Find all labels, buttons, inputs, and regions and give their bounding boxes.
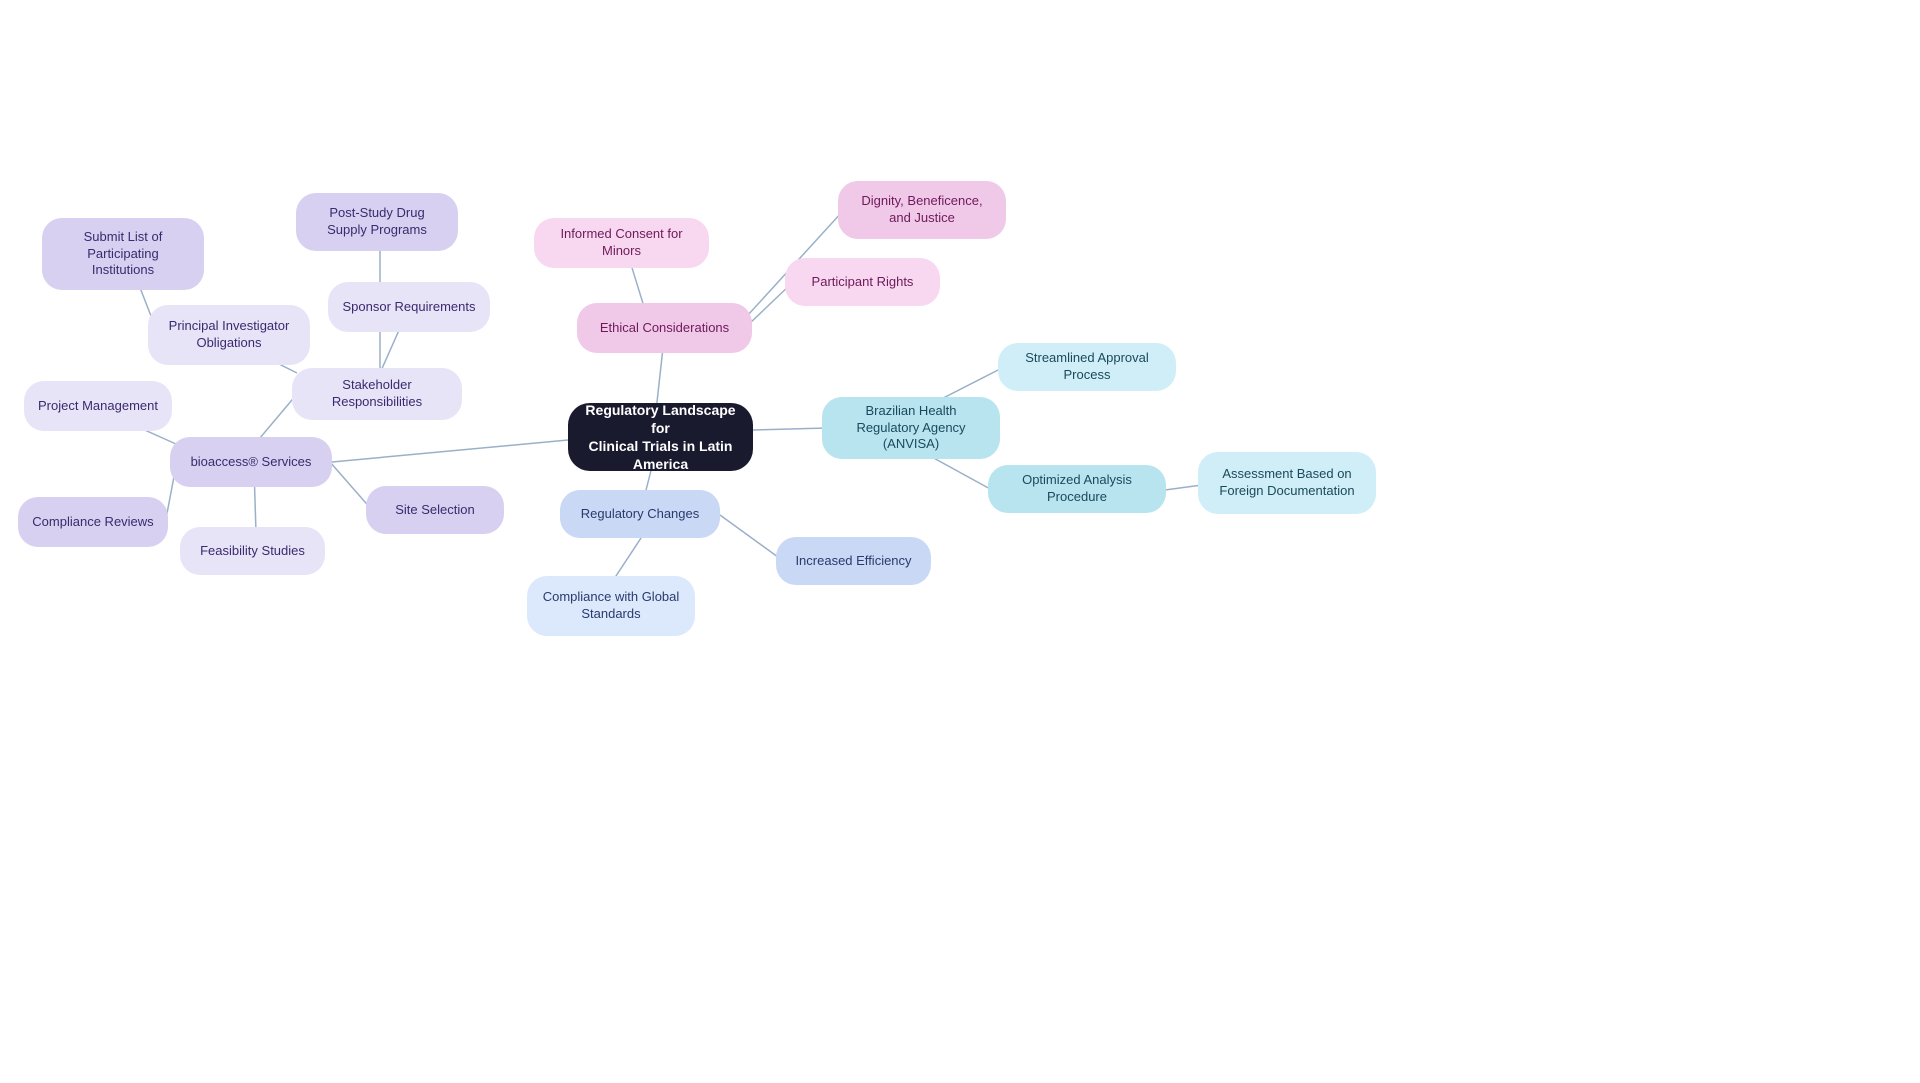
- principal-investigator-label: Principal Investigator Obligations: [162, 318, 296, 352]
- bioaccess-node[interactable]: bioaccess® Services: [170, 437, 332, 487]
- assessment-node[interactable]: Assessment Based on Foreign Documentatio…: [1198, 452, 1376, 514]
- anvisa-label: Brazilian Health Regulatory Agency (ANVI…: [836, 403, 986, 454]
- site-selection-node[interactable]: Site Selection: [366, 486, 504, 534]
- stakeholder-label: Stakeholder Responsibilities: [306, 377, 448, 411]
- dignity-label: Dignity, Beneficence, and Justice: [852, 193, 992, 227]
- principal-investigator-node[interactable]: Principal Investigator Obligations: [148, 305, 310, 365]
- ethical-considerations-label: Ethical Considerations: [600, 320, 729, 337]
- compliance-global-label: Compliance with Global Standards: [541, 589, 681, 623]
- project-management-node[interactable]: Project Management: [24, 381, 172, 431]
- post-study-label: Post-Study Drug Supply Programs: [310, 205, 444, 239]
- post-study-node[interactable]: Post-Study Drug Supply Programs: [296, 193, 458, 251]
- compliance-reviews-node[interactable]: Compliance Reviews: [18, 497, 168, 547]
- stakeholder-node[interactable]: Stakeholder Responsibilities: [292, 368, 462, 420]
- informed-consent-label: Informed Consent for Minors: [548, 226, 695, 260]
- site-selection-label: Site Selection: [395, 502, 475, 519]
- informed-consent-node[interactable]: Informed Consent for Minors: [534, 218, 709, 268]
- sponsor-requirements-node[interactable]: Sponsor Requirements: [328, 282, 490, 332]
- anvisa-node[interactable]: Brazilian Health Regulatory Agency (ANVI…: [822, 397, 1000, 459]
- center-label: Regulatory Landscape for Clinical Trials…: [582, 401, 739, 474]
- regulatory-changes-node[interactable]: Regulatory Changes: [560, 490, 720, 538]
- center-node[interactable]: Regulatory Landscape for Clinical Trials…: [568, 403, 753, 471]
- compliance-global-node[interactable]: Compliance with Global Standards: [527, 576, 695, 636]
- regulatory-changes-label: Regulatory Changes: [581, 506, 700, 523]
- project-management-label: Project Management: [38, 398, 158, 415]
- submit-list-label: Submit List of Participating Institution…: [56, 229, 190, 280]
- optimized-label: Optimized Analysis Procedure: [1002, 472, 1152, 506]
- compliance-reviews-label: Compliance Reviews: [32, 514, 153, 531]
- bioaccess-label: bioaccess® Services: [191, 454, 312, 471]
- participant-rights-node[interactable]: Participant Rights: [785, 258, 940, 306]
- participant-rights-label: Participant Rights: [812, 274, 914, 291]
- submit-list-node[interactable]: Submit List of Participating Institution…: [42, 218, 204, 290]
- increased-efficiency-label: Increased Efficiency: [795, 553, 911, 570]
- ethical-considerations-node[interactable]: Ethical Considerations: [577, 303, 752, 353]
- optimized-node[interactable]: Optimized Analysis Procedure: [988, 465, 1166, 513]
- dignity-node[interactable]: Dignity, Beneficence, and Justice: [838, 181, 1006, 239]
- feasibility-studies-node[interactable]: Feasibility Studies: [180, 527, 325, 575]
- sponsor-requirements-label: Sponsor Requirements: [343, 299, 476, 316]
- streamlined-label: Streamlined Approval Process: [1012, 350, 1162, 384]
- increased-efficiency-node[interactable]: Increased Efficiency: [776, 537, 931, 585]
- streamlined-node[interactable]: Streamlined Approval Process: [998, 343, 1176, 391]
- feasibility-studies-label: Feasibility Studies: [200, 543, 305, 560]
- assessment-label: Assessment Based on Foreign Documentatio…: [1212, 466, 1362, 500]
